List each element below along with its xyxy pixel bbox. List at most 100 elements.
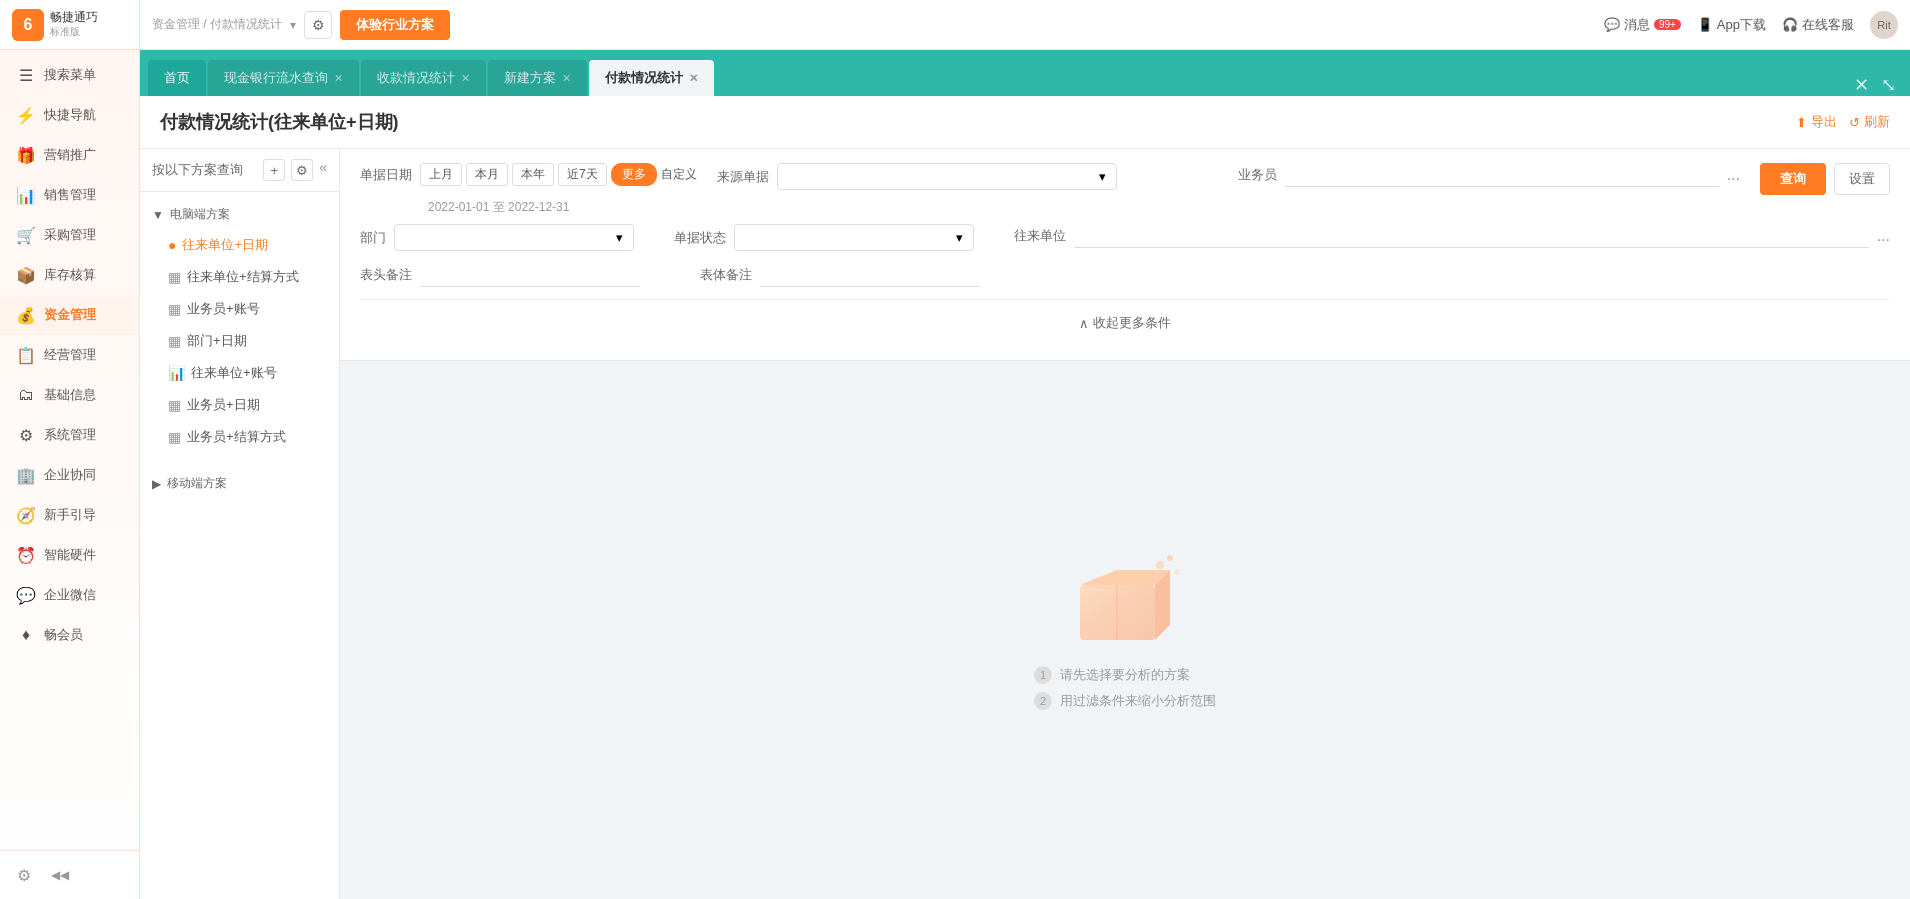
sidebar-item-enterprise[interactable]: 🏢 企业协同: [0, 455, 139, 495]
doc-status-filter: 单据状态 ▾: [674, 224, 974, 251]
scheme-item-unit-method[interactable]: ▦ 往来单位+结算方式: [140, 261, 339, 293]
export-icon: ⬆: [1796, 115, 1807, 130]
refresh-button[interactable]: ↺ 刷新: [1849, 113, 1890, 131]
filter-row-2: 部门 ▾ 单据状态 ▾: [360, 224, 1890, 251]
scheme-label-staff-method: 业务员+结算方式: [187, 428, 286, 446]
sidebar-item-guide[interactable]: 🧭 新手引导: [0, 495, 139, 535]
filter-area: 单据日期 上月 本月 本年 近7天 更多 自定义 来源单据: [340, 149, 1910, 361]
tab-new-close-icon[interactable]: ✕: [562, 72, 571, 85]
header-note-input[interactable]: [420, 263, 640, 286]
tabbar: 首页 现金银行流水查询 ✕ 收款情况统计 ✕ 新建方案 ✕ 付款情况统计 ✕ ✕…: [140, 50, 1910, 96]
breadcrumb-dropdown[interactable]: ▾: [290, 18, 296, 32]
scheme-icon-staff-account: ▦: [168, 301, 181, 317]
doc-status-select[interactable]: ▾: [734, 224, 974, 251]
date-filter: 单据日期 上月 本月 本年 近7天 更多 自定义: [360, 163, 697, 186]
panel-settings-btn[interactable]: ⚙: [291, 159, 313, 181]
sidebar-item-marketing[interactable]: 🎁 营销推广: [0, 135, 139, 175]
sidebar-item-capital[interactable]: 💰 资金管理: [0, 295, 139, 335]
staff-dots-btn[interactable]: ...: [1727, 166, 1740, 184]
sidebar-item-shortcut[interactable]: ⚡ 快捷导航: [0, 95, 139, 135]
scheme-item-unit-date[interactable]: ● 往来单位+日期: [140, 229, 339, 261]
panel-add-btn[interactable]: +: [263, 159, 285, 181]
date-btn-this-month[interactable]: 本月: [466, 163, 508, 186]
sidebar-item-inventory[interactable]: 📦 库存核算: [0, 255, 139, 295]
tab-home[interactable]: 首页: [148, 60, 206, 96]
scheme-label-unit-date: 往来单位+日期: [182, 236, 268, 254]
sidebar-item-search[interactable]: ☰ 搜索菜单: [0, 55, 139, 95]
scheme-label-staff-date: 业务员+日期: [187, 396, 260, 414]
tab-collection[interactable]: 收款情况统计 ✕: [361, 60, 486, 96]
mobile-section-title[interactable]: ▶ 移动端方案: [140, 469, 339, 498]
sidebar-label-purchase: 采购管理: [44, 226, 96, 244]
filter-row-1: 单据日期 上月 本月 本年 近7天 更多 自定义 来源单据: [360, 163, 1890, 195]
collapse-more-btn[interactable]: ∧ 收起更多条件: [1063, 308, 1187, 338]
tab-payment-close-icon[interactable]: ✕: [689, 72, 698, 85]
purchase-nav-icon: 🛒: [16, 225, 36, 245]
date-btn-7days[interactable]: 近7天: [558, 163, 607, 186]
hint-num-2: 2: [1034, 692, 1052, 710]
tab-expand-icon[interactable]: ⤡: [1875, 74, 1902, 96]
hardware-nav-icon: ⏰: [16, 545, 36, 565]
sidebar-item-operation[interactable]: 📋 经营管理: [0, 335, 139, 375]
staff-filter: 业务员 ...: [1238, 163, 1740, 187]
export-button[interactable]: ⬆ 导出: [1796, 113, 1837, 131]
tab-bank-close-icon[interactable]: ✕: [334, 72, 343, 85]
desktop-section-title[interactable]: ▼ 电脑端方案: [140, 200, 339, 229]
scheme-item-staff-account[interactable]: ▦ 业务员+账号: [140, 293, 339, 325]
body-note-input[interactable]: [760, 263, 980, 286]
export-label: 导出: [1811, 113, 1837, 131]
body-note-filter: 表体备注: [700, 263, 980, 287]
empty-hints: 1 请先选择要分析的方案 2 用过滤条件来缩小分析范围: [1034, 666, 1216, 710]
dept-select[interactable]: ▾: [394, 224, 634, 251]
date-btn-more[interactable]: 更多: [611, 163, 657, 186]
query-button[interactable]: 查询: [1760, 163, 1826, 195]
partner-dots-btn[interactable]: ...: [1877, 227, 1890, 245]
system-nav-icon: ⚙: [16, 425, 36, 445]
guide-nav-icon: 🧭: [16, 505, 36, 525]
svg-point-4: [1174, 569, 1180, 575]
sidebar-item-system[interactable]: ⚙ 系统管理: [0, 415, 139, 455]
scheme-item-staff-date[interactable]: ▦ 业务员+日期: [140, 389, 339, 421]
scheme-item-unit-account[interactable]: 📊 往来单位+账号: [140, 357, 339, 389]
sidebar-item-sales[interactable]: 📊 销售管理: [0, 175, 139, 215]
tab-collection-close-icon[interactable]: ✕: [461, 72, 470, 85]
sidebar-item-wechat[interactable]: 💬 企业微信: [0, 575, 139, 615]
scheme-label-unit-account: 往来单位+账号: [191, 364, 277, 382]
sidebar-collapse-icon[interactable]: ◀◀: [46, 861, 74, 889]
app-download-action[interactable]: 📱 App下载: [1697, 16, 1766, 34]
tab-close-all-icon[interactable]: ✕: [1848, 74, 1875, 96]
sidebar-item-vip[interactable]: ♦ 畅会员: [0, 615, 139, 655]
app-download-icon: 📱: [1697, 17, 1713, 32]
scheme-item-dept-date[interactable]: ▦ 部门+日期: [140, 325, 339, 357]
source-select[interactable]: ▾: [777, 163, 1117, 190]
online-service-action[interactable]: 🎧 在线客服: [1782, 16, 1854, 34]
message-action[interactable]: 💬 消息 99+: [1604, 16, 1681, 34]
svg-point-3: [1167, 555, 1173, 561]
source-filter: 来源单据 ▾: [717, 163, 1219, 190]
logo-icon: 6: [12, 9, 44, 41]
panel-collapse-btn[interactable]: «: [319, 159, 327, 181]
trial-button[interactable]: 体验行业方案: [340, 10, 450, 40]
tab-bank[interactable]: 现金银行流水查询 ✕: [208, 60, 359, 96]
settings-button[interactable]: 设置: [1834, 163, 1890, 195]
sidebar-item-purchase[interactable]: 🛒 采购管理: [0, 215, 139, 255]
sidebar-item-hardware[interactable]: ⏰ 智能硬件: [0, 535, 139, 575]
dept-select-arrow: ▾: [616, 230, 623, 245]
partner-input[interactable]: [1074, 224, 1869, 247]
collapse-filter-block: ∧ 收起更多条件: [360, 299, 1890, 346]
date-btn-last-month[interactable]: 上月: [420, 163, 462, 186]
scheme-item-staff-method[interactable]: ▦ 业务员+结算方式: [140, 421, 339, 453]
sidebar-settings-icon[interactable]: ⚙: [10, 861, 38, 889]
topbar-settings-btn[interactable]: ⚙: [304, 11, 332, 39]
scheme-icon-unit-account: 📊: [168, 365, 185, 381]
tab-payment[interactable]: 付款情况统计 ✕: [589, 60, 714, 96]
tab-new[interactable]: 新建方案 ✕: [488, 60, 587, 96]
desktop-section-arrow: ▼: [152, 208, 164, 222]
capital-nav-icon: 💰: [16, 305, 36, 325]
date-btn-this-year[interactable]: 本年: [512, 163, 554, 186]
content: 按以下方案查询 + ⚙ « ▼ 电脑端方案 ● 往来单位+日期: [140, 149, 1910, 899]
sidebar-item-basic[interactable]: 🗂 基础信息: [0, 375, 139, 415]
staff-input[interactable]: [1285, 163, 1718, 186]
user-avatar[interactable]: Rit: [1870, 11, 1898, 39]
scheme-icon-staff-date: ▦: [168, 397, 181, 413]
